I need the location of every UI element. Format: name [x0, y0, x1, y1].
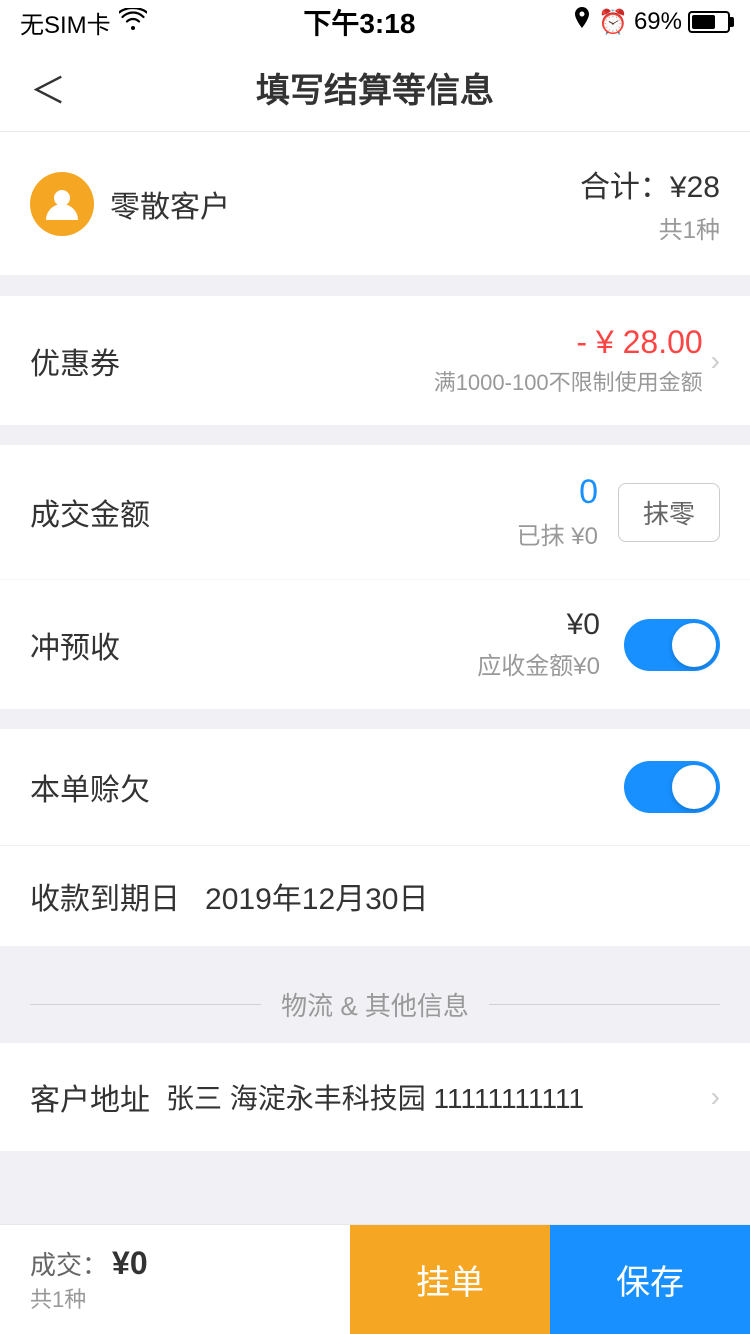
coupon-right: - ¥ 28.00 满1000-100不限制使用金额 › [434, 324, 720, 397]
address-chevron-icon: › [711, 1081, 720, 1113]
debt-toggle[interactable] [624, 761, 720, 813]
divider-text: 物流 & 其他信息 [281, 986, 469, 1023]
coupon-amount: - ¥ 28.00 [434, 324, 703, 361]
customer-right: 合计：¥28 共1种 [580, 162, 720, 245]
transaction-label: 成交金额 [30, 490, 150, 534]
address-label: 客户地址 [30, 1075, 150, 1119]
toggle-knob [672, 623, 716, 667]
coupon-desc: 满1000-100不限制使用金额 [434, 365, 703, 397]
coupon-row[interactable]: 优惠券 - ¥ 28.00 满1000-100不限制使用金额 › [0, 295, 750, 425]
prepay-right: ¥0 应收金额¥0 [477, 608, 720, 681]
bottom-amount: ¥0 [112, 1245, 148, 1282]
customer-left: 零散客户 [30, 172, 230, 236]
bottom-count: 共1种 [30, 1282, 320, 1314]
save-button[interactable]: 保存 [550, 1225, 750, 1334]
status-time: 下午3:18 [303, 2, 415, 42]
address-row[interactable]: 客户地址 张三 海淀永丰科技园 11111111111 › [0, 1043, 750, 1151]
debt-toggle-knob [672, 765, 716, 809]
battery-percentage: 69% [634, 8, 682, 36]
status-left: 无SIM卡 [20, 5, 147, 40]
nav-bar: ＜ 填写结算等信息 [0, 44, 750, 132]
prepay-label: 冲预收 [30, 623, 120, 667]
prepay-toggle[interactable] [624, 619, 720, 671]
due-date-label: 收款到期日 2019年12月30日 [30, 883, 429, 916]
coupon-label: 优惠券 [30, 339, 120, 383]
transaction-value: 0 [517, 473, 598, 512]
page-title: 填写结算等信息 [256, 63, 494, 112]
transaction-right: 0 已抹 ¥0 抹零 [517, 473, 720, 551]
prepay-amount-group: ¥0 应收金额¥0 [477, 608, 600, 681]
status-right: ⏰ 69% [572, 7, 730, 38]
debt-row: 本单赊欠 [0, 729, 750, 845]
carrier-text: 无SIM卡 [20, 5, 111, 40]
transaction-amount-group: 0 已抹 ¥0 [517, 473, 598, 551]
address-value: 张三 海淀永丰科技园 11111111111 [166, 1077, 695, 1117]
debt-label: 本单赊欠 [30, 765, 150, 809]
divider-line-right [489, 1004, 720, 1005]
status-bar: 无SIM卡 下午3:18 ⏰ 69% [0, 0, 750, 44]
content: 零散客户 合计：¥28 共1种 优惠券 - ¥ 28.00 满1000-100不… [0, 132, 750, 1291]
hold-button[interactable]: 挂单 [350, 1225, 550, 1334]
transaction-section: 成交金额 0 已抹 ¥0 抹零 冲预收 ¥0 应收金额¥0 [0, 445, 750, 709]
battery-icon [688, 11, 730, 33]
divider-line-left [30, 1004, 261, 1005]
total-amount: 合计：¥28 [580, 162, 720, 206]
customer-row: 零散客户 合计：¥28 共1种 [0, 132, 750, 275]
location-icon [572, 7, 592, 38]
due-date-value: 2019年12月30日 [205, 883, 428, 916]
customer-name: 零散客户 [110, 182, 230, 226]
back-button[interactable]: ＜ [30, 62, 66, 114]
total-count: 共1种 [580, 210, 720, 245]
transaction-sub: 已抹 ¥0 [517, 516, 598, 551]
prepay-row: 冲预收 ¥0 应收金额¥0 [0, 580, 750, 709]
section-divider: 物流 & 其他信息 [0, 966, 750, 1043]
debt-section: 本单赊欠 收款到期日 2019年12月30日 [0, 729, 750, 946]
transaction-row: 成交金额 0 已抹 ¥0 抹零 [0, 445, 750, 580]
bottom-bar: 成交： ¥0 共1种 挂单 保存 [0, 1224, 750, 1334]
bottom-deal-label: 成交： [30, 1245, 108, 1282]
wifi-icon [119, 8, 147, 37]
alarm-icon: ⏰ [598, 8, 628, 37]
bottom-info: 成交： ¥0 共1种 [0, 1245, 350, 1314]
round-zero-button[interactable]: 抹零 [618, 483, 720, 542]
customer-avatar [30, 172, 94, 236]
prepay-amount: ¥0 [477, 608, 600, 642]
prepay-sub: 应收金额¥0 [477, 646, 600, 681]
due-date-prefix: 收款到期日 [30, 883, 180, 916]
chevron-right-icon: › [711, 345, 720, 377]
due-date-row: 收款到期日 2019年12月30日 [0, 845, 750, 946]
